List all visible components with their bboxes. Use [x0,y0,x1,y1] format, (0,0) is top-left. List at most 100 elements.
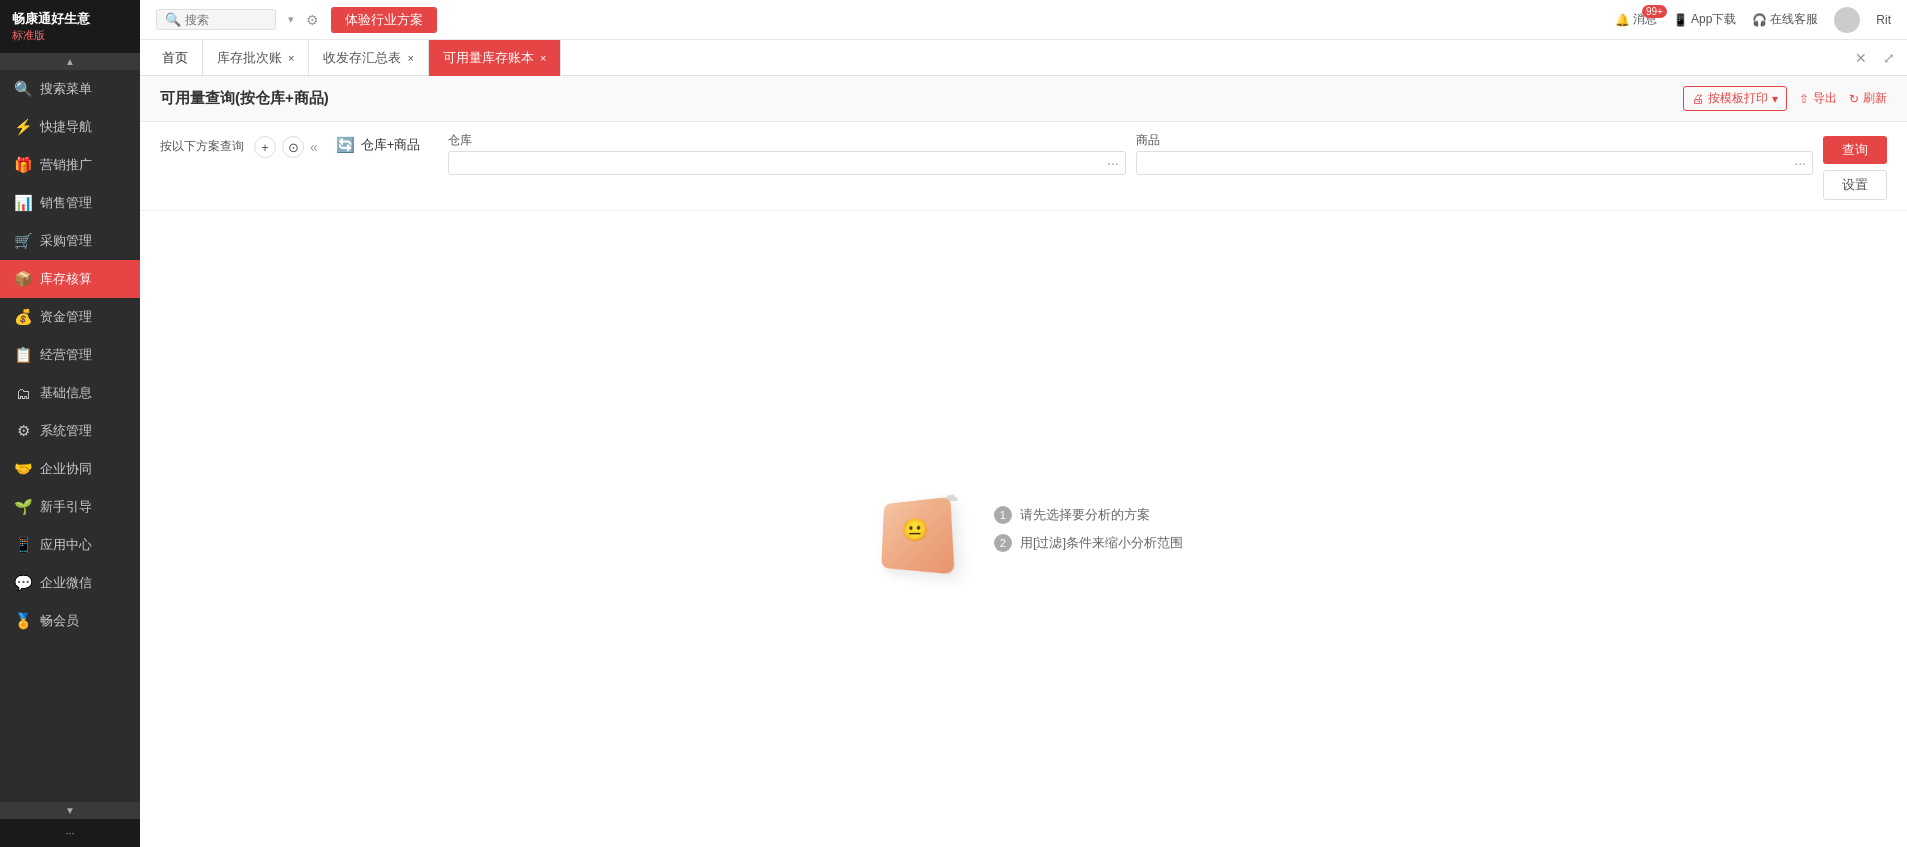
action-buttons: 查询 设置 [1823,132,1887,200]
settings-button[interactable]: 设置 [1823,170,1887,200]
shortcut-icon: ⚡ [14,118,32,136]
product-input[interactable] [1143,156,1791,170]
system-icon: ⚙ [14,422,32,440]
avatar[interactable] [1834,7,1860,33]
sidebar-item-basic[interactable]: 🗂 基础信息 [0,374,140,412]
scheme-label: 仓库+商品 [361,136,421,154]
funds-icon: 💰 [14,308,32,326]
product-more-icon[interactable]: ··· [1794,155,1806,171]
wechat-icon: 💬 [14,574,32,592]
main-area: 🔍 ▾ ⚙ 体验行业方案 🔔 消息 99+ 📱 App下载 🎧 在线客服 Rit [140,0,1907,847]
page-title: 可用量查询(按仓库+商品) [160,89,329,108]
refresh-button[interactable]: ↻ 刷新 [1849,90,1887,107]
tab-summary[interactable]: 收发存汇总表 × [309,40,428,76]
sidebar-nav: 🔍搜索菜单 ⚡ 快捷导航 🎁 营销推广 📊销售管理 🛒 采购管理 📦库存核算 💰 资金管理 📋经营管理… [0,70,140,802]
warehouse-input[interactable] [455,156,1103,170]
warehouse-more-icon[interactable]: ··· [1107,155,1119,171]
sidebar-label-basic: 基础信息 [40,384,92,402]
tab-expand-icon[interactable]: ⤢ [1879,48,1899,68]
gear-icon[interactable]: ⚙ [306,12,319,28]
inventory-icon: 📦 [14,270,32,288]
sidebar-label-shortcut: 快捷导航 [40,118,92,136]
topbar-right: 🔔 消息 99+ 📱 App下载 🎧 在线客服 Rit [1615,7,1891,33]
sidebar-header: 畅康通好生意 标准版 [0,0,140,53]
export-button[interactable]: ⇧ 导出 [1799,90,1837,107]
sidebar-item-operation[interactable]: 📋经营管理 [0,336,140,374]
basic-icon: 🗂 [14,385,32,402]
marketing-icon: 🎁 [14,156,32,174]
print-chevron-icon: ▾ [1772,92,1778,106]
sidebar-label-marketing: 营销推广 [40,156,92,174]
sidebar-item-enterprise[interactable]: 🤝企业协同 [0,450,140,488]
trial-button[interactable]: 体验行业方案 [331,7,437,33]
topbar: 🔍 ▾ ⚙ 体验行业方案 🔔 消息 99+ 📱 App下载 🎧 在线客服 Rit [140,0,1907,40]
export-icon: ⇧ [1799,92,1809,106]
query-button[interactable]: 查询 [1823,136,1887,164]
sidebar-item-purchase[interactable]: 🛒 采购管理 [0,222,140,260]
tab-available[interactable]: 可用量库存账本 × [429,40,561,76]
empty-tips: 1 请先选择要分析的方案 2 用[过滤]条件来缩小分析范围 [994,506,1183,552]
app-download-button[interactable]: 📱 App下载 [1673,11,1736,28]
message-badge: 99+ [1642,5,1667,18]
empty-illustration: ☁ 😐 [864,479,964,579]
sidebar-item-funds[interactable]: 💰 资金管理 [0,298,140,336]
sidebar-item-sales[interactable]: 📊销售管理 [0,184,140,222]
tab-label-summary: 收发存汇总表 [323,49,401,67]
brand-edition: 标准版 [12,28,128,43]
tab-close-summary[interactable]: × [407,52,413,64]
sidebar-item-member[interactable]: 🏅畅会员 [0,602,140,640]
tab-close-window-icon[interactable]: ✕ [1851,48,1871,68]
print-button[interactable]: 🖨 按模板打印 ▾ [1683,86,1787,111]
sidebar-scroll-down[interactable]: ▼ [0,802,140,819]
tab-bar: 首页库存批次账× 收发存汇总表 × 可用量库存账本 × ✕ ⤢ [140,40,1907,76]
sidebar-item-appstore[interactable]: 📱应用中心 [0,526,140,564]
service-button[interactable]: 🎧 在线客服 [1752,11,1818,28]
sidebar-label-operation: 经营管理 [40,346,92,364]
sidebar-item-wechat[interactable]: 💬 企业微信 [0,564,140,602]
product-filter-field: 商品 ··· [1136,132,1813,175]
enterprise-icon: 🤝 [14,460,32,478]
tab-label-available: 可用量库存账本 [443,49,534,67]
purchase-icon: 🛒 [14,232,32,250]
sidebar-item-shortcut[interactable]: ⚡ 快捷导航 [0,108,140,146]
tip-text-1: 请先选择要分析的方案 [1020,506,1150,524]
search-chevron-icon[interactable]: ▾ [288,13,294,26]
sidebar-item-newbie[interactable]: 🌱新手引导 [0,488,140,526]
tab-window-controls: ✕ ⤢ [1851,48,1899,68]
sidebar-item-marketing[interactable]: 🎁 营销推广 [0,146,140,184]
tip-item-1: 1 请先选择要分析的方案 [994,506,1183,524]
sidebar: 畅康通好生意 标准版 ▲ 🔍搜索菜单 ⚡ 快捷导航 🎁 营销推广 📊销售管理 🛒 采购管理 📦库… [0,0,140,847]
tab-home[interactable]: 首页 [148,40,203,76]
printer-icon: 🖨 [1692,92,1704,106]
scheme-icon: 🔄 [336,136,355,154]
sidebar-label-purchase: 采购管理 [40,232,92,250]
message-button[interactable]: 🔔 消息 99+ [1615,11,1657,28]
sidebar-item-system[interactable]: ⚙系统管理 [0,412,140,450]
tab-close-available[interactable]: × [540,52,546,64]
warehouse-input-row[interactable]: ··· [448,151,1125,175]
sidebar-item-search[interactable]: 🔍搜索菜单 [0,70,140,108]
empty-box: 😐 [881,497,954,575]
sales-icon: 📊 [14,194,32,212]
sidebar-label-search: 搜索菜单 [40,80,92,98]
member-icon: 🏅 [14,612,32,630]
filter-add-button[interactable]: + [254,136,276,158]
sidebar-scroll-up[interactable]: ▲ [0,53,140,70]
search-input[interactable] [185,13,265,27]
warehouse-label: 仓库 [448,132,1125,149]
refresh-icon: ↻ [1849,92,1859,106]
sidebar-label-wechat: 企业微信 [40,574,92,592]
filter-settings-button[interactable]: ⊙ [282,136,304,158]
topbar-search-box[interactable]: 🔍 [156,9,276,30]
filter-buttons: + ⊙ « [254,132,318,158]
filter-collapse-icon[interactable]: « [310,139,318,155]
tab-batch[interactable]: 库存批次账× [203,40,309,76]
scheme-list: 🔄 仓库+商品 [328,132,429,158]
product-input-row[interactable]: ··· [1136,151,1813,175]
tab-close-batch[interactable]: × [288,52,294,64]
scheme-item-warehouse-product[interactable]: 🔄 仓库+商品 [328,132,429,158]
sidebar-item-inventory[interactable]: 📦库存核算 [0,260,140,298]
phone-icon: 📱 [1673,13,1688,27]
sidebar-label-funds: 资金管理 [40,308,92,326]
headset-icon: 🎧 [1752,13,1767,27]
